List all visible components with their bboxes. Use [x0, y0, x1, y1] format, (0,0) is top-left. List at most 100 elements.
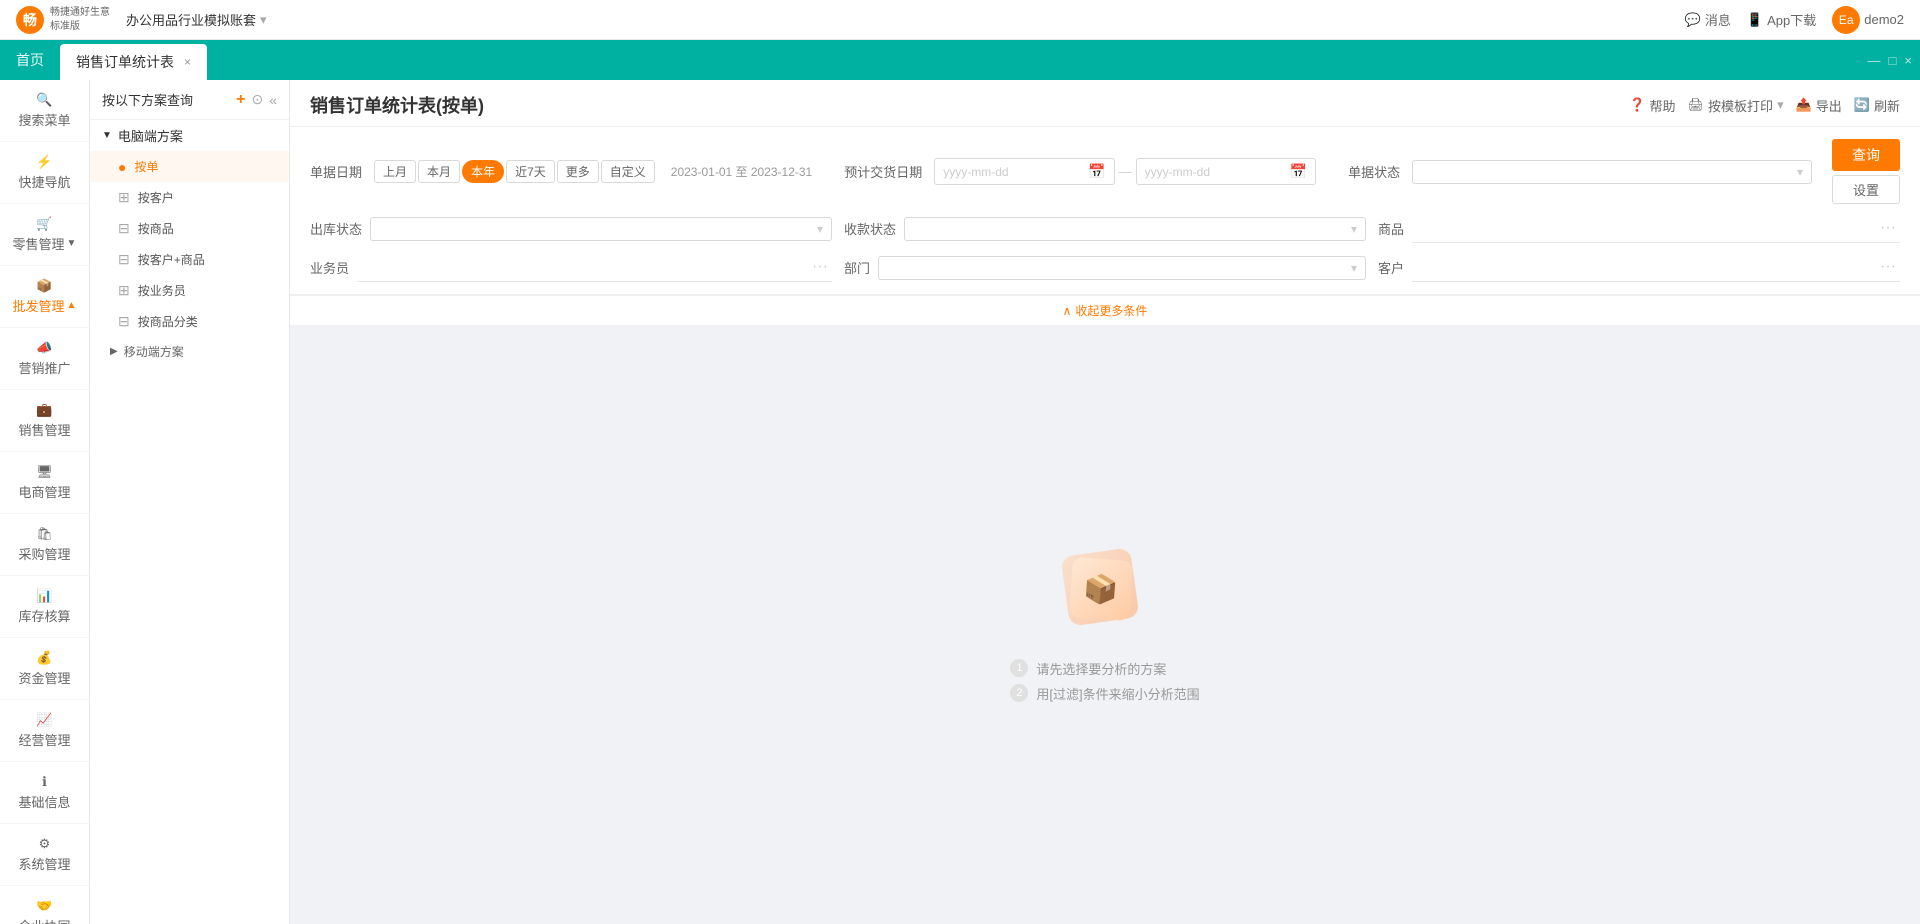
tab-close-icon[interactable]: ×: [184, 55, 191, 69]
collapse-bar[interactable]: ∧ 收起更多条件: [290, 295, 1920, 325]
sidebar-item-basic[interactable]: ℹ 基础信息: [0, 762, 89, 824]
close-window-btn[interactable]: ×: [1904, 53, 1912, 68]
tab-home[interactable]: 首页: [0, 40, 60, 80]
sidebar-item-purchase[interactable]: 🛍 采购管理: [0, 514, 89, 576]
date-btn-this-month[interactable]: 本月: [418, 160, 460, 183]
date-btn-this-year[interactable]: 本年: [462, 160, 504, 183]
sidebar-finance-label: 资金管理: [18, 668, 70, 687]
sidebar-item-retail[interactable]: 🛒 零售管理 ▼: [0, 204, 89, 266]
date-btn-last-month[interactable]: 上月: [374, 160, 416, 183]
staff-input[interactable]: ···: [357, 253, 832, 282]
sidebar-item-inventory[interactable]: 📊 库存核算: [0, 576, 89, 638]
out-status-label: 出库状态: [310, 219, 362, 238]
scheme-item-by-customer-goods[interactable]: ⊟ 按客户+商品: [90, 244, 289, 275]
scheme-item-label-2: 按商品: [138, 220, 174, 237]
user-menu[interactable]: Ea demo2: [1832, 6, 1904, 34]
scheme-add-btn[interactable]: +: [236, 91, 245, 109]
help-icon: ❓: [1629, 97, 1645, 113]
export-btn[interactable]: 📤 导出: [1796, 96, 1842, 115]
scheme-item-by-customer[interactable]: ⊞ 按客户: [90, 182, 289, 213]
sidebar-item-operations[interactable]: 📈 经营管理: [0, 700, 89, 762]
tab-sales-stats[interactable]: 销售订单统计表 ×: [60, 44, 207, 80]
sidebar-operations-label: 经营管理: [18, 730, 70, 749]
status-chevron-icon: ▾: [1797, 165, 1803, 179]
status-select[interactable]: ▾: [1412, 160, 1812, 184]
nav-icon: ⚡: [36, 154, 52, 170]
staff-label: 业务员: [310, 258, 349, 277]
expected-date-end[interactable]: yyyy-mm-dd 📅: [1136, 158, 1316, 185]
print-btn[interactable]: 🖨 按模板打印 ▾: [1688, 96, 1784, 115]
app-selector[interactable]: 办公用品行业模拟账套 ▾: [118, 10, 275, 29]
help-btn[interactable]: ❓ 帮助: [1629, 96, 1675, 115]
sidebar-item-marketing[interactable]: 📣 营销推广: [0, 328, 89, 390]
print-dropdown-icon[interactable]: ▾: [1777, 97, 1784, 113]
refresh-btn[interactable]: 🔄 刷新: [1854, 96, 1900, 115]
scheme-item-by-order[interactable]: ● 按单: [90, 151, 289, 182]
goods-section: 商品 ···: [1378, 214, 1900, 243]
query-button[interactable]: 查询: [1832, 139, 1900, 171]
top-bar-right: 💬 消息 📱 App下载 Ea demo2: [1685, 6, 1904, 34]
wholesale-arrow: ▲: [67, 300, 77, 311]
sidebar-item-collab[interactable]: 🤝 企业协同: [0, 886, 89, 924]
sidebar-item-ecom[interactable]: 🖥 电商管理: [0, 452, 89, 514]
out-status-section: 出库状态 ▾: [310, 217, 832, 241]
goods-more-btn[interactable]: ···: [1880, 219, 1896, 237]
message-btn[interactable]: 💬 消息: [1685, 10, 1731, 29]
sidebar-item-sales[interactable]: 💼 销售管理: [0, 390, 89, 452]
dept-section: 部门 ▾: [844, 256, 1366, 280]
search-icon: 🔍: [36, 92, 52, 108]
scheme-item-by-staff[interactable]: ⊞ 按业务员: [90, 275, 289, 306]
category-arrow-mobile: ▶: [110, 346, 118, 357]
sidebar-ecom-label: 电商管理: [18, 482, 70, 501]
customer-more-btn[interactable]: ···: [1880, 258, 1896, 276]
scheme-panel: 按以下方案查询 + ⊙ « ▼ 电脑端方案 ● 按单 ⊞: [90, 80, 290, 924]
scheme-collapse-btn[interactable]: «: [269, 92, 277, 108]
sidebar-item-nav[interactable]: ⚡ 快捷导航: [0, 142, 89, 204]
out-status-select[interactable]: ▾: [370, 217, 832, 241]
scheme-item-by-category[interactable]: ⊟ 按商品分类: [90, 306, 289, 337]
by-staff-icon: ⊞: [118, 282, 130, 299]
collect-status-select[interactable]: ▾: [904, 217, 1366, 241]
scheme-item-by-goods[interactable]: ⊟ 按商品: [90, 213, 289, 244]
sidebar-purchase-label: 采购管理: [18, 544, 70, 563]
scheme-edit-btn[interactable]: ⊙: [251, 91, 263, 108]
window-controls: — □ ×: [1868, 53, 1912, 68]
staff-more-btn[interactable]: ···: [812, 258, 828, 276]
download-btn[interactable]: 📱 App下载: [1747, 10, 1816, 29]
sidebar-collab-label: 企业协同: [18, 916, 70, 924]
calendar-end-icon[interactable]: 📅: [1290, 163, 1307, 180]
date-btn-more[interactable]: 更多: [557, 160, 599, 183]
sidebar-basic-label: 基础信息: [18, 792, 70, 811]
dept-select[interactable]: ▾: [878, 256, 1366, 280]
sidebar-item-search[interactable]: 🔍 搜索菜单: [0, 80, 89, 142]
category-label-mobile: 移动端方案: [124, 343, 184, 360]
operations-icon: 📈: [36, 712, 52, 728]
scheme-item-label-3: 按客户+商品: [138, 251, 205, 268]
main-content: 销售订单统计表(按单) ❓ 帮助 🖨 按模板打印 ▾ 📤 导出: [290, 80, 1920, 924]
minimize-btn[interactable]: —: [1868, 53, 1881, 68]
collab-icon: 🤝: [36, 898, 52, 914]
content-area: 按以下方案查询 + ⊙ « ▼ 电脑端方案 ● 按单 ⊞: [90, 80, 1920, 924]
out-status-chevron: ▾: [817, 222, 823, 236]
maximize-btn[interactable]: □: [1889, 53, 1897, 68]
date-btn-7days[interactable]: 近7天: [506, 160, 555, 183]
scheme-category-mobile[interactable]: ▶ 移动端方案: [90, 337, 289, 366]
tab-sales-stats-label: 销售订单统计表: [76, 52, 174, 72]
customer-input[interactable]: ···: [1412, 253, 1900, 282]
empty-hint-2: 2 用[过滤]条件来缩小分析范围: [1010, 684, 1199, 703]
goods-input[interactable]: ···: [1412, 214, 1900, 243]
basic-icon: ℹ: [42, 774, 47, 790]
settings-button[interactable]: 设置: [1832, 175, 1900, 204]
page-actions: ❓ 帮助 🖨 按模板打印 ▾ 📤 导出 🔄 刷新: [1629, 96, 1900, 115]
date-btn-custom[interactable]: 自定义: [601, 160, 655, 183]
scheme-category-desktop[interactable]: ▼ 电脑端方案: [90, 120, 289, 151]
scheme-item-label-0: 按单: [134, 158, 158, 175]
sidebar-item-finance[interactable]: 💰 资金管理: [0, 638, 89, 700]
top-bar: 畅 畅捷通好生意 标准版 办公用品行业模拟账套 ▾ 💬 消息 📱 App下载 E…: [0, 0, 1920, 40]
sidebar-item-wholesale[interactable]: 📦 批发管理 ▲: [0, 266, 89, 328]
sidebar-item-system[interactable]: ⚙ 系统管理: [0, 824, 89, 886]
finance-icon: 💰: [36, 650, 52, 666]
calendar-start-icon[interactable]: 📅: [1088, 163, 1105, 180]
expected-date-start[interactable]: yyyy-mm-dd 📅: [934, 158, 1114, 185]
sales-icon: 💼: [36, 402, 52, 418]
